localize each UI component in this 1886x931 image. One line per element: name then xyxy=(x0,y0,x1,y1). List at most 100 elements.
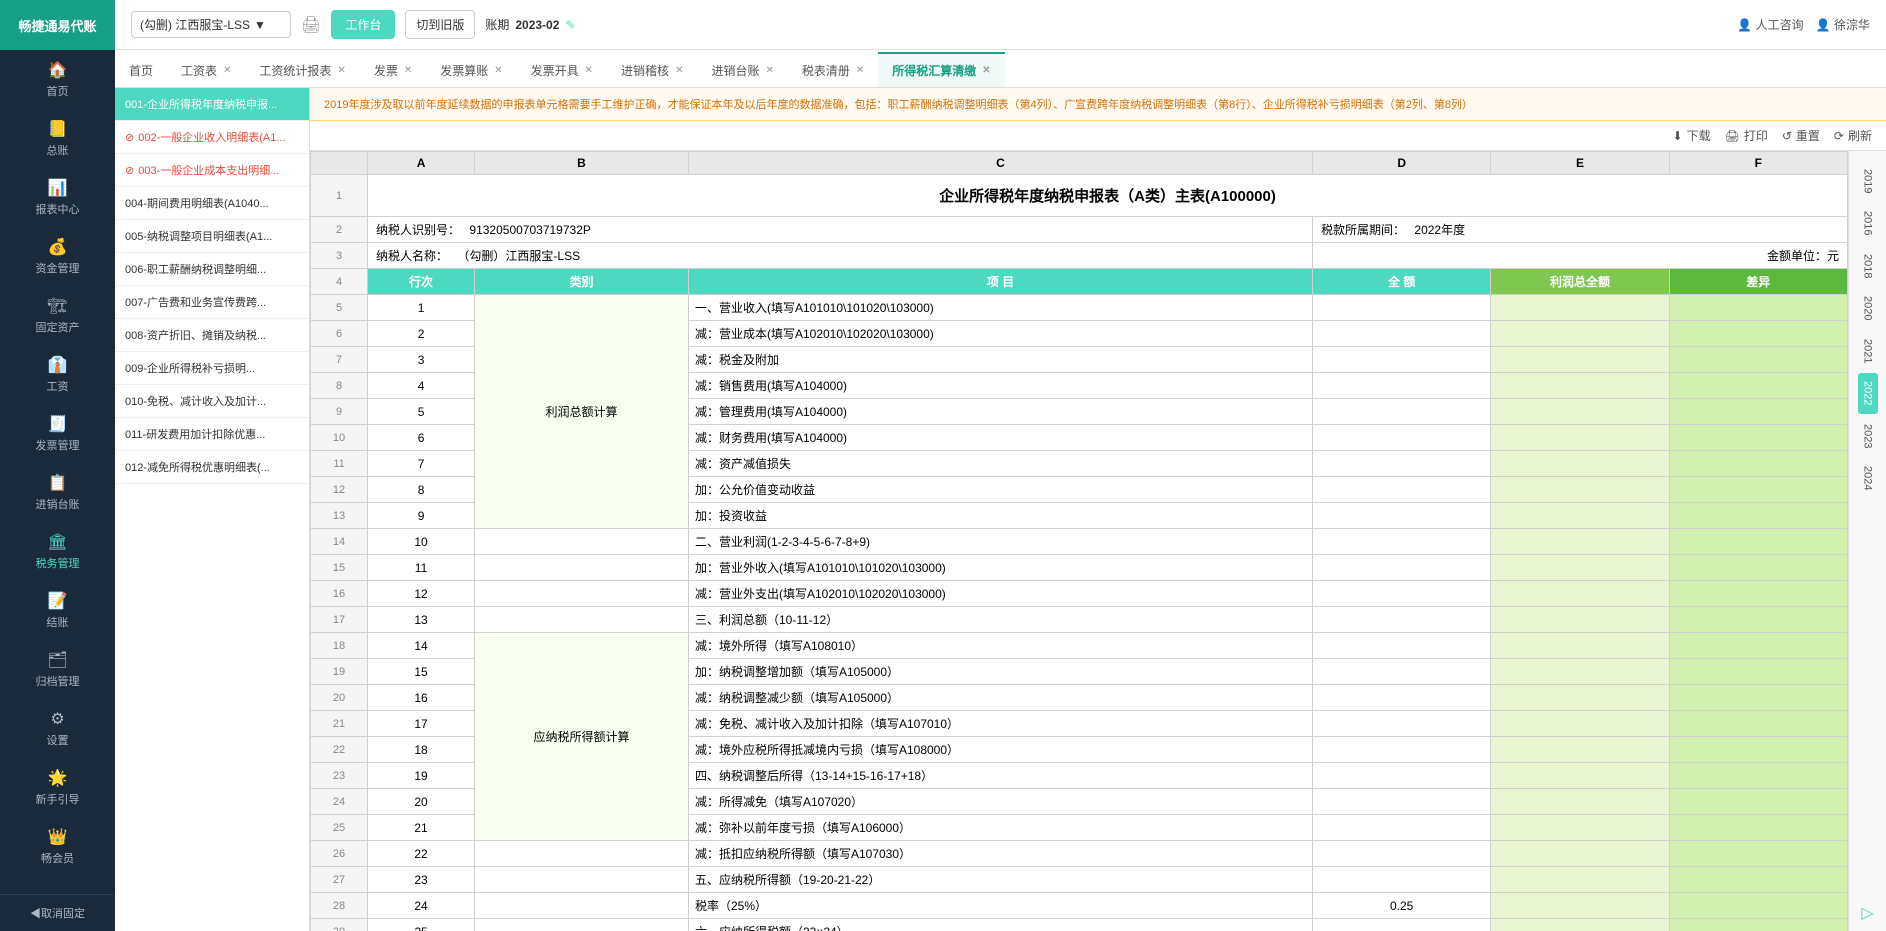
sidebar-item-member[interactable]: 👑 畅会员 xyxy=(0,817,115,876)
close-tab-purchase-ledger[interactable]: ✕ xyxy=(765,65,773,76)
tab-salary[interactable]: 工资表 ✕ xyxy=(167,53,245,87)
left-panel-item-011[interactable]: 011-研发费用加计扣除优惠... xyxy=(115,418,309,451)
sidebar-item-close[interactable]: 📝 结账 xyxy=(0,581,115,640)
left-panel-item-003[interactable]: ⊘003-一般企业成本支出明细... xyxy=(115,154,309,187)
consult-icon: 👤 xyxy=(1737,18,1752,32)
col-header-profit: 利润总全额 xyxy=(1491,269,1669,295)
sidebar-item-ledger[interactable]: 📒 总账 xyxy=(0,109,115,168)
sidebar-item-home[interactable]: 🏠 首页 xyxy=(0,50,115,109)
col-header-b: B xyxy=(475,152,689,175)
left-panel: 001-企业所得税年度纳税申报... ⊘002-一般企业收入明细表(A1... … xyxy=(115,88,310,931)
tab-invoice-open[interactable]: 发票开具 ✕ xyxy=(517,53,607,87)
left-panel-item-001[interactable]: 001-企业所得税年度纳税申报... xyxy=(115,88,309,121)
funds-icon: 💰 xyxy=(48,237,68,257)
sidebar-item-assets[interactable]: 🏗 固定资产 xyxy=(0,286,115,345)
close-icon: 📝 xyxy=(48,591,68,611)
sidebar-item-invoice[interactable]: 🧾 发票管理 xyxy=(0,404,115,463)
close-tab-salary-report[interactable]: ✕ xyxy=(337,65,345,76)
table-row: 18 14 应纳税所得额计算 减：境外所得（填写A108010） xyxy=(311,633,1848,659)
close-tab-invoice-calc[interactable]: ✕ xyxy=(494,65,502,76)
sidebar-item-funds[interactable]: 💰 资金管理 xyxy=(0,227,115,286)
left-panel-item-008[interactable]: 008-资产折旧、摊销及纳税... xyxy=(115,319,309,352)
error-icon-2: ⊘ xyxy=(125,164,134,177)
chevron-down-icon: ▼ xyxy=(254,18,266,32)
expand-panel-button[interactable]: ▷ xyxy=(1861,903,1873,923)
left-panel-item-007[interactable]: 007-广告费和业务宣传费跨... xyxy=(115,286,309,319)
company-name: (勾删) 江西服宝-LSS xyxy=(140,16,250,33)
right-content: 2019年度涉及取以前年度延续数据的申报表单元格需要手工维护正确，才能保证本年及… xyxy=(310,88,1886,931)
member-icon: 👑 xyxy=(48,827,68,847)
tax-icon: 🏛 xyxy=(47,532,67,552)
print-button[interactable]: 🖨 打印 xyxy=(1725,127,1768,144)
tab-invoice[interactable]: 发票 ✕ xyxy=(360,53,426,87)
left-panel-item-010[interactable]: 010-免税、减计收入及加计... xyxy=(115,385,309,418)
left-panel-item-004[interactable]: 004-期间费用明细表(A1040... xyxy=(115,187,309,220)
sidebar-item-salary[interactable]: 👔 工资 xyxy=(0,345,115,404)
tab-invoice-calc[interactable]: 发票算账 ✕ xyxy=(426,53,516,87)
close-tab-purchase-check[interactable]: ✕ xyxy=(675,65,683,76)
col-header-e: E xyxy=(1491,152,1669,175)
workbench-button[interactable]: 工作台 xyxy=(331,10,395,39)
left-panel-item-009[interactable]: 009-企业所得税补亏损明... xyxy=(115,352,309,385)
left-panel-item-006[interactable]: 006-职工薪酬纳税调整明细... xyxy=(115,253,309,286)
table-row: 1 企业所得税年度纳税申报表（A类）主表(A100000) xyxy=(311,175,1848,217)
sidebar-item-archive[interactable]: 🗂 归档管理 xyxy=(0,640,115,699)
unpin-button[interactable]: ◀取消固定 xyxy=(0,894,115,931)
sales-icon: 📋 xyxy=(48,473,68,493)
error-icon: ⊘ xyxy=(125,131,134,144)
left-panel-item-012[interactable]: 012-减免所得税优惠明细表(... xyxy=(115,451,309,484)
left-panel-item-005[interactable]: 005-纳税调整项目明细表(A1... xyxy=(115,220,309,253)
spreadsheet-title: 企业所得税年度纳税申报表（A类）主表(A100000) xyxy=(368,175,1848,217)
print-toolbar-icon: 🖨 xyxy=(1725,129,1740,143)
sidebar-item-reports[interactable]: 📊 报表中心 xyxy=(0,168,115,227)
tab-tax-clear[interactable]: 税表清册 ✕ xyxy=(788,53,878,87)
close-tab-salary[interactable]: ✕ xyxy=(223,65,231,76)
col-header-quane: 全 额 xyxy=(1313,269,1491,295)
close-tab-tax-clear[interactable]: ✕ xyxy=(856,65,864,76)
app-logo: 畅捷通易代账 xyxy=(0,0,115,50)
year-panel: 2019 2016 2018 2020 2021 2022 2023 2024 … xyxy=(1848,151,1886,931)
edit-period-icon[interactable]: ✎ xyxy=(565,18,575,32)
consult-button[interactable]: 👤 人工咨询 xyxy=(1737,16,1803,33)
close-tab-invoice[interactable]: ✕ xyxy=(404,65,412,76)
year-item-2023[interactable]: 2023 xyxy=(1858,416,1878,456)
download-button[interactable]: ⬇ 下载 xyxy=(1673,127,1711,144)
tab-purchase-check[interactable]: 进销稽核 ✕ xyxy=(607,53,697,87)
sidebar-item-tax[interactable]: 🏛 税务管理 xyxy=(0,522,115,581)
sidebar-item-settings[interactable]: ⚙ 设置 xyxy=(0,699,115,758)
col-header-hangci: 行次 xyxy=(368,269,475,295)
table-row: 27 23 五、应纳税所得额（19-20-21-22） xyxy=(311,867,1848,893)
tab-salary-report[interactable]: 工资统计报表 ✕ xyxy=(245,53,359,87)
spreadsheet-area: A B C D E F xyxy=(310,151,1848,931)
switch-version-button[interactable]: 切到旧版 xyxy=(405,10,475,39)
left-panel-item-002[interactable]: ⊘002-一般企业收入明细表(A1... xyxy=(115,121,309,154)
ledger-icon: 📒 xyxy=(48,119,68,139)
year-item-2022[interactable]: 2022 xyxy=(1858,373,1878,413)
spreadsheet-table: A B C D E F xyxy=(310,151,1848,931)
sidebar-item-sales[interactable]: 📋 进销台账 xyxy=(0,463,115,522)
year-item-2019[interactable]: 2019 xyxy=(1858,161,1878,201)
year-item-2021[interactable]: 2021 xyxy=(1858,331,1878,371)
reset-button[interactable]: ↺ 重置 xyxy=(1782,127,1820,144)
col-header-d: D xyxy=(1313,152,1491,175)
col-header-rownum xyxy=(311,152,368,175)
top-right-area: 👤 人工咨询 👤 徐淙华 xyxy=(1737,16,1870,33)
table-row: 2 纳税人识别号： 91320500703719732P 税款所属期间： 202… xyxy=(311,217,1848,243)
tab-income-tax[interactable]: 所得税汇算清缴 ✕ xyxy=(878,52,1004,87)
sidebar-item-guide[interactable]: 🌟 新手引导 xyxy=(0,758,115,817)
company-selector[interactable]: (勾删) 江西服宝-LSS ▼ xyxy=(131,11,291,38)
close-tab-income-tax[interactable]: ✕ xyxy=(982,65,990,76)
col-header-diff: 差异 xyxy=(1669,269,1847,295)
year-item-2020[interactable]: 2020 xyxy=(1858,288,1878,328)
assets-icon: 🏗 xyxy=(47,296,67,316)
year-item-2018[interactable]: 2018 xyxy=(1858,246,1878,286)
tab-purchase-ledger[interactable]: 进销台账 ✕ xyxy=(697,53,787,87)
col-header-a: A xyxy=(368,152,475,175)
table-row: 14 10 二、营业利润(1-2-3-4-5-6-7-8+9) xyxy=(311,529,1848,555)
download-icon: ⬇ xyxy=(1673,129,1683,143)
year-item-2024[interactable]: 2024 xyxy=(1858,458,1878,498)
year-item-2016[interactable]: 2016 xyxy=(1858,203,1878,243)
refresh-button[interactable]: ⟳ 刷新 xyxy=(1834,127,1872,144)
close-tab-invoice-open[interactable]: ✕ xyxy=(585,65,593,76)
tab-home[interactable]: 首页 xyxy=(115,53,167,87)
